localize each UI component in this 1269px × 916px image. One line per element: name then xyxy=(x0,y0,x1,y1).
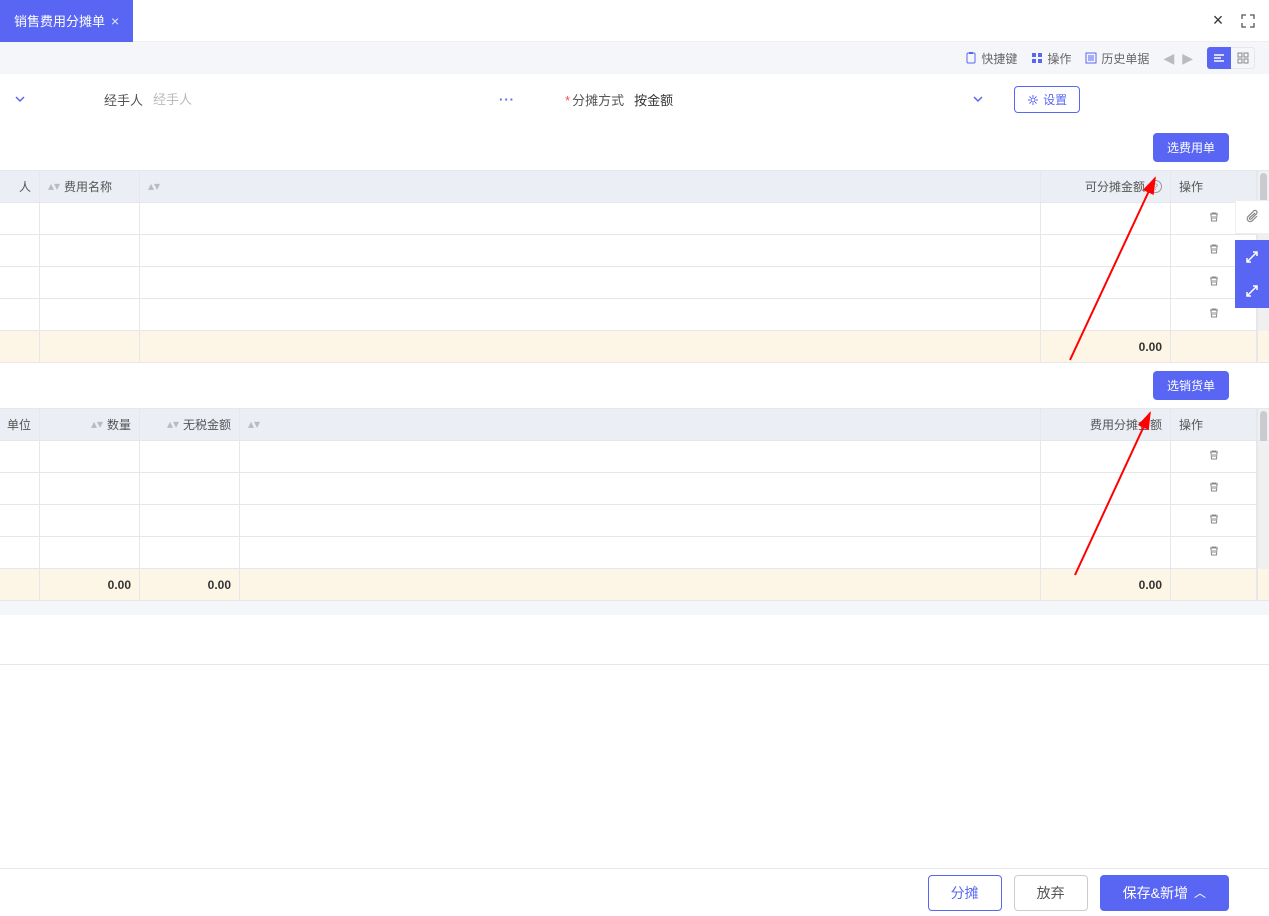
col-alloc-amount[interactable]: 可分摊金额? xyxy=(1041,171,1171,203)
footer-bar: 分摊 放弃 保存&新增 ︿ xyxy=(0,868,1269,916)
sum-qty: 0.00 xyxy=(40,569,140,601)
trash-icon[interactable] xyxy=(1208,481,1220,496)
grid-icon xyxy=(1031,52,1043,64)
col-alloc[interactable]: 费用分摊金额 xyxy=(1041,409,1171,441)
history-label: 历史单据 xyxy=(1101,50,1149,67)
col-blank[interactable]: ▴▾ xyxy=(140,171,1041,203)
col-net[interactable]: ▴▾无税金额 xyxy=(140,409,240,441)
table-row[interactable] xyxy=(0,267,1269,299)
settings-label: 设置 xyxy=(1043,91,1067,108)
expand-icon-2[interactable] xyxy=(1235,274,1269,308)
sort-icon: ▴▾ xyxy=(148,184,160,189)
table-row[interactable] xyxy=(0,505,1269,537)
col-expense-name[interactable]: ▴▾费用名称 xyxy=(40,171,140,203)
table-row[interactable] xyxy=(0,203,1269,235)
table-row[interactable] xyxy=(0,537,1269,569)
col-payee[interactable]: 人 xyxy=(0,171,40,203)
trash-icon[interactable] xyxy=(1208,307,1220,322)
table-row[interactable] xyxy=(0,473,1269,505)
list-icon xyxy=(1085,52,1097,64)
close-icon[interactable]: × xyxy=(1209,12,1227,30)
chevron-up-icon: ︿ xyxy=(1194,884,1206,901)
info-icon[interactable]: ? xyxy=(1149,180,1162,193)
trash-icon[interactable] xyxy=(1208,243,1220,258)
scrollbar[interactable] xyxy=(1257,409,1269,441)
trash-icon[interactable] xyxy=(1208,545,1220,560)
view-grid-icon[interactable] xyxy=(1231,47,1255,69)
operate-link[interactable]: 操作 xyxy=(1031,50,1071,67)
trash-icon[interactable] xyxy=(1208,211,1220,226)
expand-icon[interactable] xyxy=(1235,240,1269,274)
col-action2: 操作 xyxy=(1171,409,1257,441)
tab-title: 销售费用分摊单 xyxy=(14,11,105,30)
prev-record-icon[interactable]: ◀ xyxy=(1163,50,1174,67)
nav-arrows: ◀ ▶ xyxy=(1163,50,1193,67)
method-dropdown-icon[interactable] xyxy=(972,92,984,108)
save-new-button[interactable]: 保存&新增 ︿ xyxy=(1100,875,1229,911)
table2-header-actions: 选销货单 xyxy=(0,363,1269,408)
sum-net: 0.00 xyxy=(140,569,240,601)
scrollbar[interactable] xyxy=(1257,171,1269,203)
attachment-icon[interactable] xyxy=(1235,200,1269,234)
view-toggle xyxy=(1207,47,1255,69)
col-qty[interactable]: ▴▾数量 xyxy=(40,409,140,441)
method-field: *分摊方式 xyxy=(565,90,972,109)
operate-label: 操作 xyxy=(1047,50,1071,67)
trash-icon[interactable] xyxy=(1208,513,1220,528)
select-sales-button[interactable]: 选销货单 xyxy=(1153,371,1229,400)
col-unit[interactable]: 单位 xyxy=(0,409,40,441)
handler-label: 经手人 xyxy=(104,90,143,109)
tab-close-icon[interactable]: × xyxy=(111,13,119,29)
col-blank2[interactable]: ▴▾ xyxy=(240,409,1041,441)
handler-more-icon[interactable]: ··· xyxy=(499,92,515,107)
clipboard-icon xyxy=(965,52,977,64)
table1-header-actions: 选费用单 xyxy=(0,125,1269,170)
save-new-label: 保存&新增 xyxy=(1123,883,1188,903)
tab-bar: 销售费用分摊单 × × xyxy=(0,0,1269,42)
method-label: *分摊方式 xyxy=(565,90,624,109)
side-float xyxy=(1235,200,1269,308)
settings-button[interactable]: 设置 xyxy=(1014,86,1080,113)
table-row[interactable] xyxy=(0,299,1269,331)
handler-field: 经手人 ··· xyxy=(104,90,515,109)
sales-table: 单位 ▴▾数量 ▴▾无税金额 ▴▾ 费用分摊金额 操作 xyxy=(0,408,1269,601)
handler-input[interactable] xyxy=(151,91,491,108)
fullscreen-icon[interactable] xyxy=(1241,14,1255,28)
sort-icon: ▴▾ xyxy=(248,422,260,427)
history-link[interactable]: 历史单据 xyxy=(1085,50,1149,67)
table-row[interactable] xyxy=(0,235,1269,267)
sum-alloc: 0.00 xyxy=(1041,569,1171,601)
table-row[interactable] xyxy=(0,441,1269,473)
blank-section xyxy=(0,615,1269,665)
shortcut-label: 快捷键 xyxy=(981,50,1017,67)
discard-button[interactable]: 放弃 xyxy=(1014,875,1088,911)
view-list-icon[interactable] xyxy=(1207,47,1231,69)
table1-sum-row: 0.00 xyxy=(0,331,1269,363)
table2-sum-row: 0.00 0.00 0.00 xyxy=(0,569,1269,601)
select-expense-button[interactable]: 选费用单 xyxy=(1153,133,1229,162)
tab-active[interactable]: 销售费用分摊单 × xyxy=(0,0,133,42)
sort-icon: ▴▾ xyxy=(167,422,179,427)
sum-amount: 0.00 xyxy=(1041,331,1171,363)
method-input[interactable] xyxy=(632,91,972,108)
secondary-toolbar: 快捷键 操作 历史单据 ◀ ▶ xyxy=(0,42,1269,74)
expense-table: 人 ▴▾费用名称 ▴▾ 可分摊金额? 操作 xyxy=(0,170,1269,363)
gear-icon xyxy=(1027,94,1039,106)
separator-strip xyxy=(0,601,1269,615)
col-action: 操作 xyxy=(1171,171,1257,203)
next-record-icon[interactable]: ▶ xyxy=(1182,50,1193,67)
trash-icon[interactable] xyxy=(1208,275,1220,290)
form-row: 经手人 ··· *分摊方式 设置 xyxy=(0,74,1269,125)
prev-field-dropdown[interactable] xyxy=(14,92,44,108)
sort-icon: ▴▾ xyxy=(48,184,60,189)
allocate-button[interactable]: 分摊 xyxy=(928,875,1002,911)
sort-icon: ▴▾ xyxy=(91,422,103,427)
trash-icon[interactable] xyxy=(1208,449,1220,464)
shortcut-link[interactable]: 快捷键 xyxy=(965,50,1017,67)
